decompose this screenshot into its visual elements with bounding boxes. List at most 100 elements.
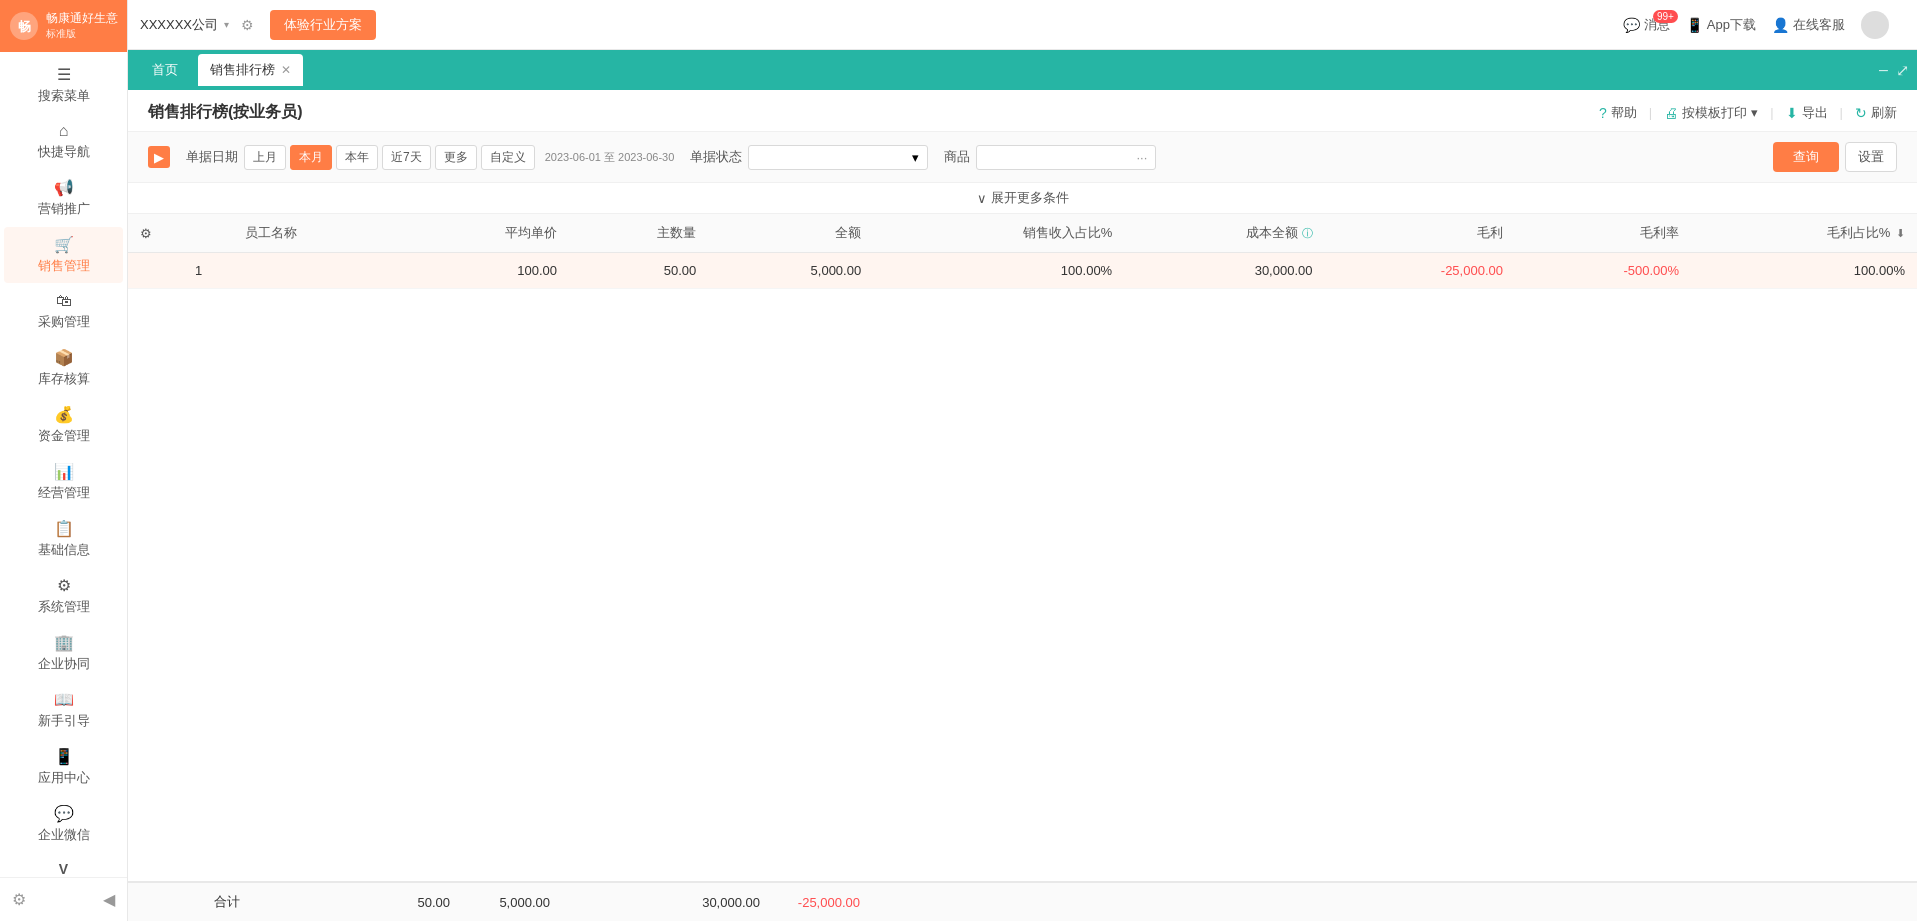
refresh-button[interactable]: ↻ 刷新: [1855, 104, 1897, 122]
filter-bar: ▶ 单据日期 上月 本月 本年 近7天 更多 自定义 2023-06-01 至 …: [128, 132, 1917, 183]
sidebar-item-sales[interactable]: 🛒 销售管理: [4, 227, 123, 283]
filter-row: ▶ 单据日期 上月 本月 本年 近7天 更多 自定义 2023-06-01 至 …: [148, 142, 1897, 172]
divider2: |: [1770, 105, 1773, 120]
sidebar-item-label: 企业协同: [38, 655, 90, 673]
tab-label: 销售排行榜: [210, 61, 275, 79]
col-gross: 毛利: [1325, 214, 1515, 253]
footer-cost-value: 30,000.00: [702, 895, 760, 910]
table-body: 1 100.00 50.00 5,000.00 100.00% 30,000.0…: [128, 253, 1917, 289]
query-button[interactable]: 查询: [1773, 142, 1839, 172]
col-settings[interactable]: ⚙: [128, 214, 164, 253]
tab-maximize-icon[interactable]: ⤢: [1896, 61, 1909, 80]
main-area: XXXXXX公司 ▾ ⚙ 体验行业方案 💬 消息 99+ 📱 App下载 👤 在…: [128, 0, 1917, 921]
sidebar: 畅 畅康通好生意 标准版 ☰ 搜索菜单 ⌂ 快捷导航 📢 营销推广 🛒 销售管理…: [0, 0, 128, 921]
help-button[interactable]: ? 帮助: [1599, 104, 1637, 122]
sidebar-settings-button[interactable]: ⚙: [8, 886, 30, 913]
date-btn-custom[interactable]: 自定义: [481, 145, 535, 170]
export-label: 导出: [1802, 104, 1828, 122]
refresh-icon: ↻: [1855, 105, 1867, 121]
date-btn-this-month[interactable]: 本月: [290, 145, 332, 170]
template-print-button[interactable]: 🖨 按模板打印 ▾: [1664, 104, 1758, 122]
sidebar-bottom: ⚙ ◀: [0, 877, 127, 921]
table-container: ⚙ 员工名称 平均单价 主数量 全额 销售收入占比% 成本全额 ⓘ 毛利 毛利率: [128, 214, 1917, 881]
message-button[interactable]: 💬 消息 99+: [1623, 16, 1670, 34]
sidebar-item-operations[interactable]: 📊 经营管理: [4, 454, 123, 510]
sidebar-item-purchase[interactable]: 🛍 采购管理: [4, 284, 123, 339]
tab-sales-ranking[interactable]: 销售排行榜 ✕: [198, 54, 303, 86]
col-rank: [164, 214, 233, 253]
sidebar-collapse-button[interactable]: ◀: [99, 886, 119, 913]
svg-text:畅: 畅: [18, 19, 31, 34]
footer-amount-value: 5,000.00: [499, 895, 550, 910]
data-table: ⚙ 员工名称 平均单价 主数量 全额 销售收入占比% 成本全额 ⓘ 毛利 毛利率: [128, 214, 1917, 289]
sales-icon: 🛒: [54, 235, 74, 254]
col-amount: 全额: [708, 214, 873, 253]
company-name: XXXXXX公司: [140, 16, 218, 34]
status-select[interactable]: ▾: [748, 145, 928, 170]
print-dropdown-icon: ▾: [1751, 105, 1758, 120]
sidebar-item-label: 新手引导: [38, 712, 90, 730]
sidebar-item-inventory[interactable]: 📦 库存核算: [4, 340, 123, 396]
goods-input[interactable]: ···: [976, 145, 1156, 170]
sidebar-item-label: 采购管理: [38, 313, 90, 331]
col-sales-pct: 销售收入占比%: [873, 214, 1124, 253]
footer-amount: 5,000.00: [462, 895, 562, 910]
refresh-label: 刷新: [1871, 104, 1897, 122]
date-btn-this-year[interactable]: 本年: [336, 145, 378, 170]
inventory-icon: 📦: [54, 348, 74, 367]
footer-cost: 30,000.00: [672, 895, 772, 910]
cell-amount: 5,000.00: [708, 253, 873, 289]
search-order-icon: ☰: [57, 65, 71, 84]
date-btn-last-month[interactable]: 上月: [244, 145, 286, 170]
cell-name: [233, 253, 401, 289]
filter-expand-arrow[interactable]: ▶: [148, 146, 170, 168]
expand-label: 展开更多条件: [991, 189, 1069, 207]
avatar[interactable]: [1861, 11, 1889, 39]
sidebar-item-enterprise-coop[interactable]: 🏢 企业协同: [4, 625, 123, 681]
sidebar-item-basic-info[interactable]: 📋 基础信息: [4, 511, 123, 567]
expand-conditions-button[interactable]: ∨ 展开更多条件: [977, 189, 1069, 207]
page-actions: ? 帮助 | 🖨 按模板打印 ▾ | ⬇ 导出 | ↻ 刷新: [1599, 104, 1897, 122]
app-download-button[interactable]: 📱 App下载: [1686, 16, 1756, 34]
sidebar-item-quick-nav[interactable]: ⌂ 快捷导航: [4, 114, 123, 169]
sidebar-item-enterprise-wx[interactable]: 💬 企业微信: [4, 796, 123, 852]
table-footer: 合计 50.00 5,000.00 30,000.00 -25,000.00: [128, 881, 1917, 921]
cell-quantity: 50.00: [569, 253, 708, 289]
divider3: |: [1840, 105, 1843, 120]
sidebar-item-system[interactable]: ⚙ 系统管理: [4, 568, 123, 624]
topbar-settings-icon[interactable]: ⚙: [241, 17, 254, 33]
tab-minimize-icon[interactable]: –: [1879, 61, 1888, 80]
sidebar-item-label: 营销推广: [38, 200, 90, 218]
footer-gross-value: -25,000.00: [798, 895, 860, 910]
home-icon: ⌂: [59, 122, 69, 140]
sidebar-item-label: 企业微信: [38, 826, 90, 844]
col-quantity: 主数量: [569, 214, 708, 253]
tabbar: 首页 销售排行榜 ✕ – ⤢: [128, 50, 1917, 90]
enterprise-coop-icon: 🏢: [54, 633, 74, 652]
sidebar-item-membership[interactable]: V 畅会员: [4, 853, 123, 877]
sidebar-item-label: 资金管理: [38, 427, 90, 445]
sidebar-item-finance[interactable]: 💰 资金管理: [4, 397, 123, 453]
export-button[interactable]: ⬇ 导出: [1786, 104, 1828, 122]
sidebar-item-search-order[interactable]: ☰ 搜索菜单: [4, 57, 123, 113]
finance-icon: 💰: [54, 405, 74, 424]
gross-pct-sort-icon[interactable]: ⬇: [1896, 227, 1905, 239]
tab-close-icon[interactable]: ✕: [281, 63, 291, 77]
expand-chevron-icon: ∨: [977, 191, 987, 206]
filter-settings-button[interactable]: 设置: [1845, 142, 1897, 172]
tab-home[interactable]: 首页: [136, 50, 194, 90]
date-btn-more[interactable]: 更多: [435, 145, 477, 170]
online-service-label: 在线客服: [1793, 16, 1845, 34]
table-row: 1 100.00 50.00 5,000.00 100.00% 30,000.0…: [128, 253, 1917, 289]
export-icon: ⬇: [1786, 105, 1798, 121]
sidebar-item-guide[interactable]: 📖 新手引导: [4, 682, 123, 738]
company-selector[interactable]: XXXXXX公司 ▾: [140, 16, 229, 34]
trial-button[interactable]: 体验行业方案: [270, 10, 376, 40]
footer-row: 合计 50.00 5,000.00 30,000.00 -25,000.00: [140, 893, 1905, 911]
date-range-display: 2023-06-01 至 2023-06-30: [545, 150, 675, 165]
online-service-button[interactable]: 👤 在线客服: [1772, 16, 1845, 34]
sidebar-item-marketing[interactable]: 📢 营销推广: [4, 170, 123, 226]
date-btn-last-7[interactable]: 近7天: [382, 145, 431, 170]
sidebar-item-app-center[interactable]: 📱 应用中心: [4, 739, 123, 795]
goods-more-icon[interactable]: ···: [1137, 150, 1148, 165]
